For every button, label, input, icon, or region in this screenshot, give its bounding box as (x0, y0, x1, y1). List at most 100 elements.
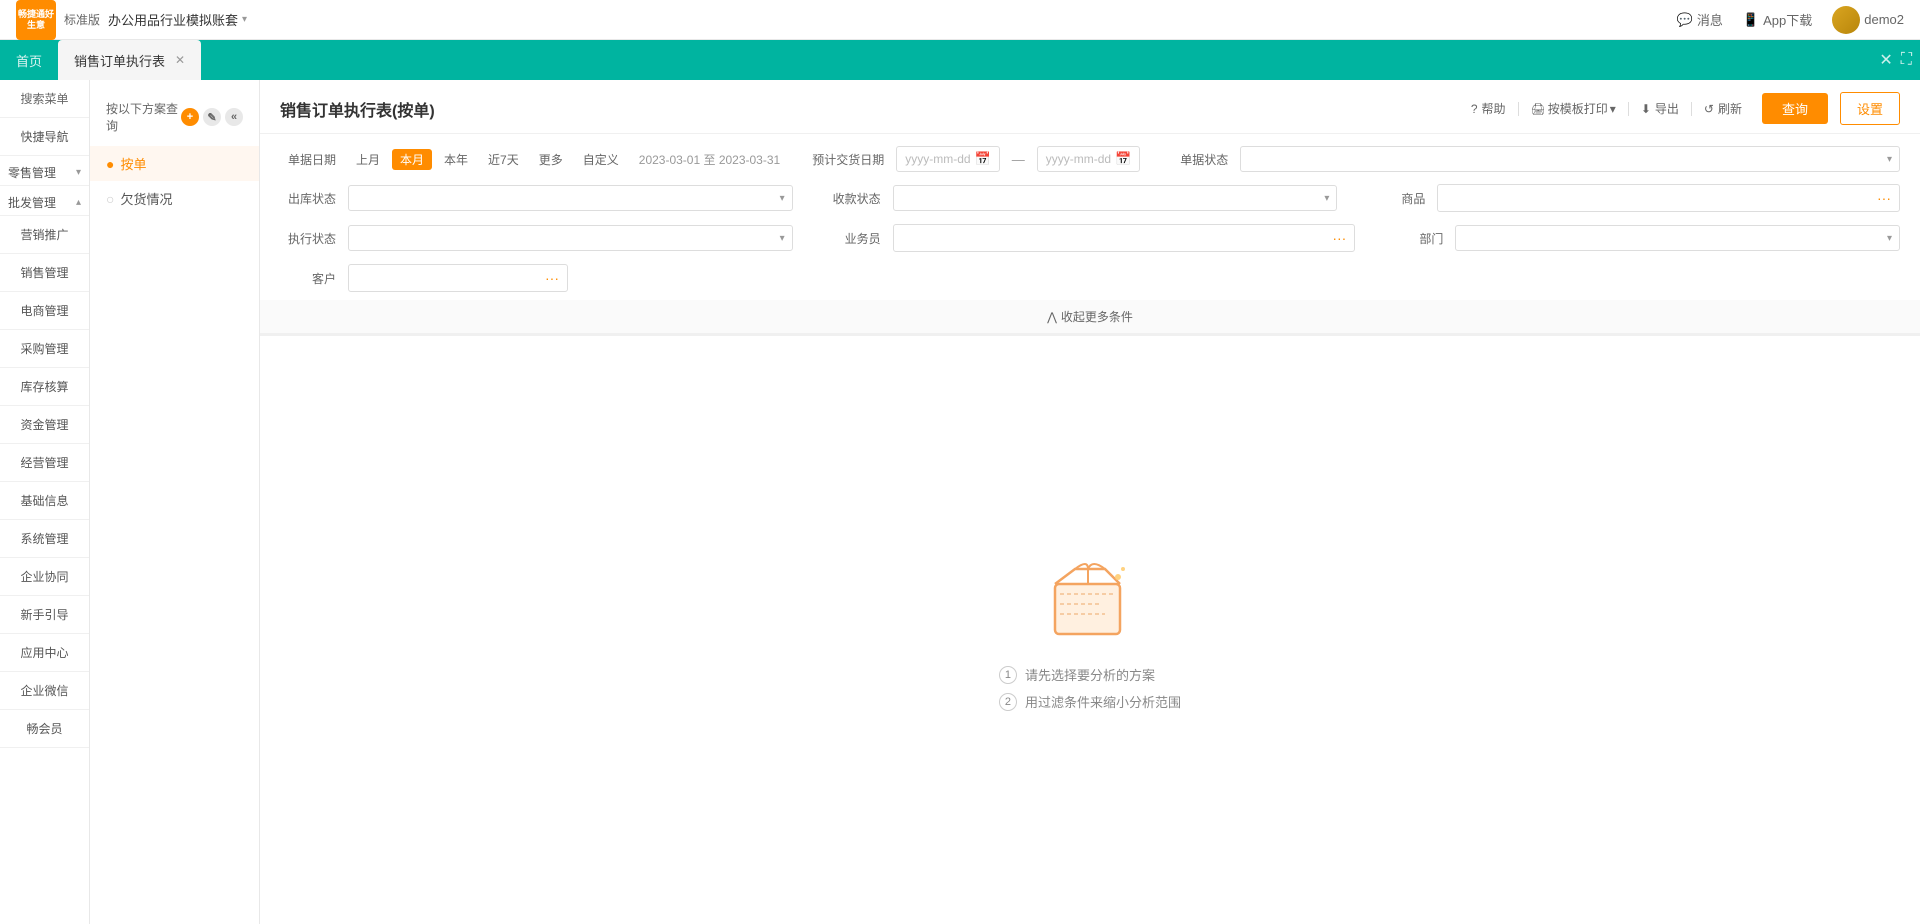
sidebar-item-capital[interactable]: 资金管理 (0, 406, 89, 444)
date-to-input[interactable]: yyyy-mm-dd 📅 (1037, 146, 1141, 172)
sidebar-item-app-center[interactable]: 应用中心 (0, 634, 89, 672)
chevron-down-icon: ▾ (76, 167, 81, 178)
payment-status-select[interactable] (893, 185, 1338, 211)
sidebar-item-sales[interactable]: 销售管理 (0, 254, 89, 292)
order-status-select-wrapper: ▾ (1240, 146, 1900, 172)
user-profile[interactable]: demo2 (1832, 6, 1904, 34)
divider (1518, 102, 1519, 116)
scheme-inactive-icon: ○ (106, 191, 114, 207)
empty-num-1: 1 (999, 666, 1017, 684)
calendar-to-icon: 📅 (1115, 151, 1131, 167)
filter-container: 单据日期 上月 本月 本年 近7天 更多 自定义 2023-03-01 至 20… (260, 134, 1920, 336)
customer-more-icon[interactable]: ··· (545, 270, 559, 286)
date-from-input[interactable]: yyyy-mm-dd 📅 (896, 146, 1000, 172)
sidebar-item-enterprise[interactable]: 企业协同 (0, 558, 89, 596)
dept-select-wrapper: ▾ (1455, 225, 1900, 251)
query-button[interactable]: 查询 (1762, 93, 1828, 124)
payment-status-select-wrapper: ▾ (893, 185, 1338, 211)
order-status-select[interactable] (1240, 146, 1900, 172)
sidebar-section-retail[interactable]: 零售管理 ▾ (0, 156, 89, 186)
date-tab-this-year[interactable]: 本年 (436, 149, 476, 170)
filter-row-1: 单据日期 上月 本月 本年 近7天 更多 自定义 2023-03-01 至 20… (260, 134, 1920, 178)
collapse-icon: ⋀ (1047, 310, 1057, 324)
scheme-item-backorder[interactable]: ○ 欠货情况 (90, 181, 259, 216)
tab-close-icon[interactable]: ✕ (175, 53, 185, 67)
page-actions: ? 帮助 🖨 按模板打印 ▾ ⬇ 导出 (1471, 92, 1900, 125)
sidebar-item-basic[interactable]: 基础信息 (0, 482, 89, 520)
main-layout: 搜索菜单 快捷导航 零售管理 ▾ 批发管理 ▴ 营销推广 销售管理 电商管理 采… (0, 80, 1920, 924)
empty-box-svg (1040, 549, 1140, 649)
sidebar-item-member[interactable]: 畅会员 (0, 710, 89, 748)
dropdown-arrow-icon: ▾ (242, 14, 247, 25)
sidebar-item-purchase[interactable]: 采购管理 (0, 330, 89, 368)
sidebar-item-guide[interactable]: 新手引导 (0, 596, 89, 634)
edit-scheme-button[interactable]: ✎ (203, 108, 221, 126)
customer-label: 客户 (280, 270, 336, 287)
goods-input-wrapper[interactable]: ··· (1437, 184, 1900, 212)
date-tab-custom[interactable]: 自定义 (575, 149, 627, 170)
sidebar-item-ecommerce[interactable]: 电商管理 (0, 292, 89, 330)
tab-maximize-icon[interactable]: ⛶ (1901, 51, 1912, 69)
sub-sidebar: 按以下方案查询 + ✎ « ● 按单 ○ 欠货情况 (90, 80, 260, 924)
brand-logo: 畅捷通好生意 (16, 0, 56, 40)
sidebar-item-wechat[interactable]: 企业微信 (0, 672, 89, 710)
ship-status-select[interactable] (348, 185, 793, 211)
empty-state: 1 请先选择要分析的方案 2 用过滤条件来缩小分析范围 (260, 336, 1920, 924)
page-header: 销售订单执行表(按单) ? 帮助 🖨 按模板打印 ▾ ⬇ (260, 80, 1920, 134)
customer-input-wrapper[interactable]: ··· (348, 264, 568, 292)
collapse-button[interactable]: ⋀ 收起更多条件 (1047, 308, 1133, 325)
exec-status-select[interactable] (348, 225, 793, 251)
scheme-item-by-order[interactable]: ● 按单 (90, 146, 259, 181)
settings-button[interactable]: 设置 (1840, 92, 1900, 125)
tab-minimize-icon[interactable]: ✕ (1879, 50, 1892, 70)
empty-lines: 1 请先选择要分析的方案 2 用过滤条件来缩小分析范围 (999, 665, 1181, 711)
empty-illustration (1040, 549, 1140, 649)
export-button[interactable]: ⬇ 导出 (1641, 100, 1679, 117)
header-left: 畅捷通好生意 标准版 办公用品行业模拟账套 ▾ (16, 0, 247, 40)
main-content: 销售订单执行表(按单) ? 帮助 🖨 按模板打印 ▾ ⬇ (260, 80, 1920, 924)
sidebar-item-quick-nav[interactable]: 快捷导航 (0, 118, 89, 156)
refresh-button[interactable]: ↺ 刷新 (1704, 100, 1742, 117)
sub-layout: 按以下方案查询 + ✎ « ● 按单 ○ 欠货情况 销售订单执行表(按单) (90, 80, 1920, 924)
sidebar-item-inventory[interactable]: 库存核算 (0, 368, 89, 406)
salesperson-more-icon[interactable]: ··· (1332, 230, 1346, 246)
tab-sales-order-exec[interactable]: 销售订单执行表 ✕ (58, 40, 201, 80)
date-tab-7days[interactable]: 近7天 (480, 149, 527, 170)
goods-label: 商品 (1369, 190, 1425, 207)
exec-status-label: 执行状态 (280, 230, 336, 247)
salesperson-input-wrapper[interactable]: ··· (893, 224, 1356, 252)
add-scheme-button[interactable]: + (181, 108, 199, 126)
collapse-bar: ⋀ 收起更多条件 (260, 300, 1920, 334)
goods-more-icon[interactable]: ··· (1877, 190, 1891, 206)
collapse-sidebar-button[interactable]: « (225, 108, 243, 126)
empty-line-2: 2 用过滤条件来缩小分析范围 (999, 692, 1181, 711)
empty-num-2: 2 (999, 693, 1017, 711)
sidebar-item-marketing[interactable]: 营销推广 (0, 216, 89, 254)
print-icon: 🖨 (1531, 102, 1546, 116)
tab-home[interactable]: 首页 (0, 40, 58, 80)
sidebar-item-search-menu[interactable]: 搜索菜单 (0, 80, 89, 118)
message-action[interactable]: 💬 消息 (1677, 10, 1723, 29)
template-print-button[interactable]: 🖨 按模板打印 ▾ (1531, 100, 1616, 117)
dept-select[interactable] (1455, 225, 1900, 251)
app-download-action[interactable]: 📱 App下载 (1743, 10, 1812, 29)
divider2 (1628, 102, 1629, 116)
query-settings-group: 查询 (1762, 93, 1828, 124)
app-title-dropdown[interactable]: 办公用品行业模拟账套 ▾ (108, 10, 247, 29)
help-button[interactable]: ? 帮助 (1471, 100, 1506, 117)
divider3 (1691, 102, 1692, 116)
sidebar-section-wholesale[interactable]: 批发管理 ▴ (0, 186, 89, 216)
filter-row-4: 客户 ··· (260, 258, 1920, 300)
sidebar-item-sys[interactable]: 系统管理 (0, 520, 89, 558)
date-tab-last-month[interactable]: 上月 (348, 149, 388, 170)
date-tab-this-month[interactable]: 本月 (392, 149, 432, 170)
tab-bar: 首页 销售订单执行表 ✕ ✕ ⛶ (0, 40, 1920, 80)
dept-label: 部门 (1387, 230, 1443, 247)
sidebar-item-ops[interactable]: 经营管理 (0, 444, 89, 482)
calendar-from-icon: 📅 (975, 151, 991, 167)
expected-delivery-label: 预计交货日期 (812, 151, 884, 168)
date-tabs: 上月 本月 本年 近7天 更多 自定义 (348, 149, 627, 170)
date-tab-more[interactable]: 更多 (531, 149, 571, 170)
ship-status-select-wrapper: ▾ (348, 185, 793, 211)
brand-label: 标准版 (64, 11, 100, 28)
